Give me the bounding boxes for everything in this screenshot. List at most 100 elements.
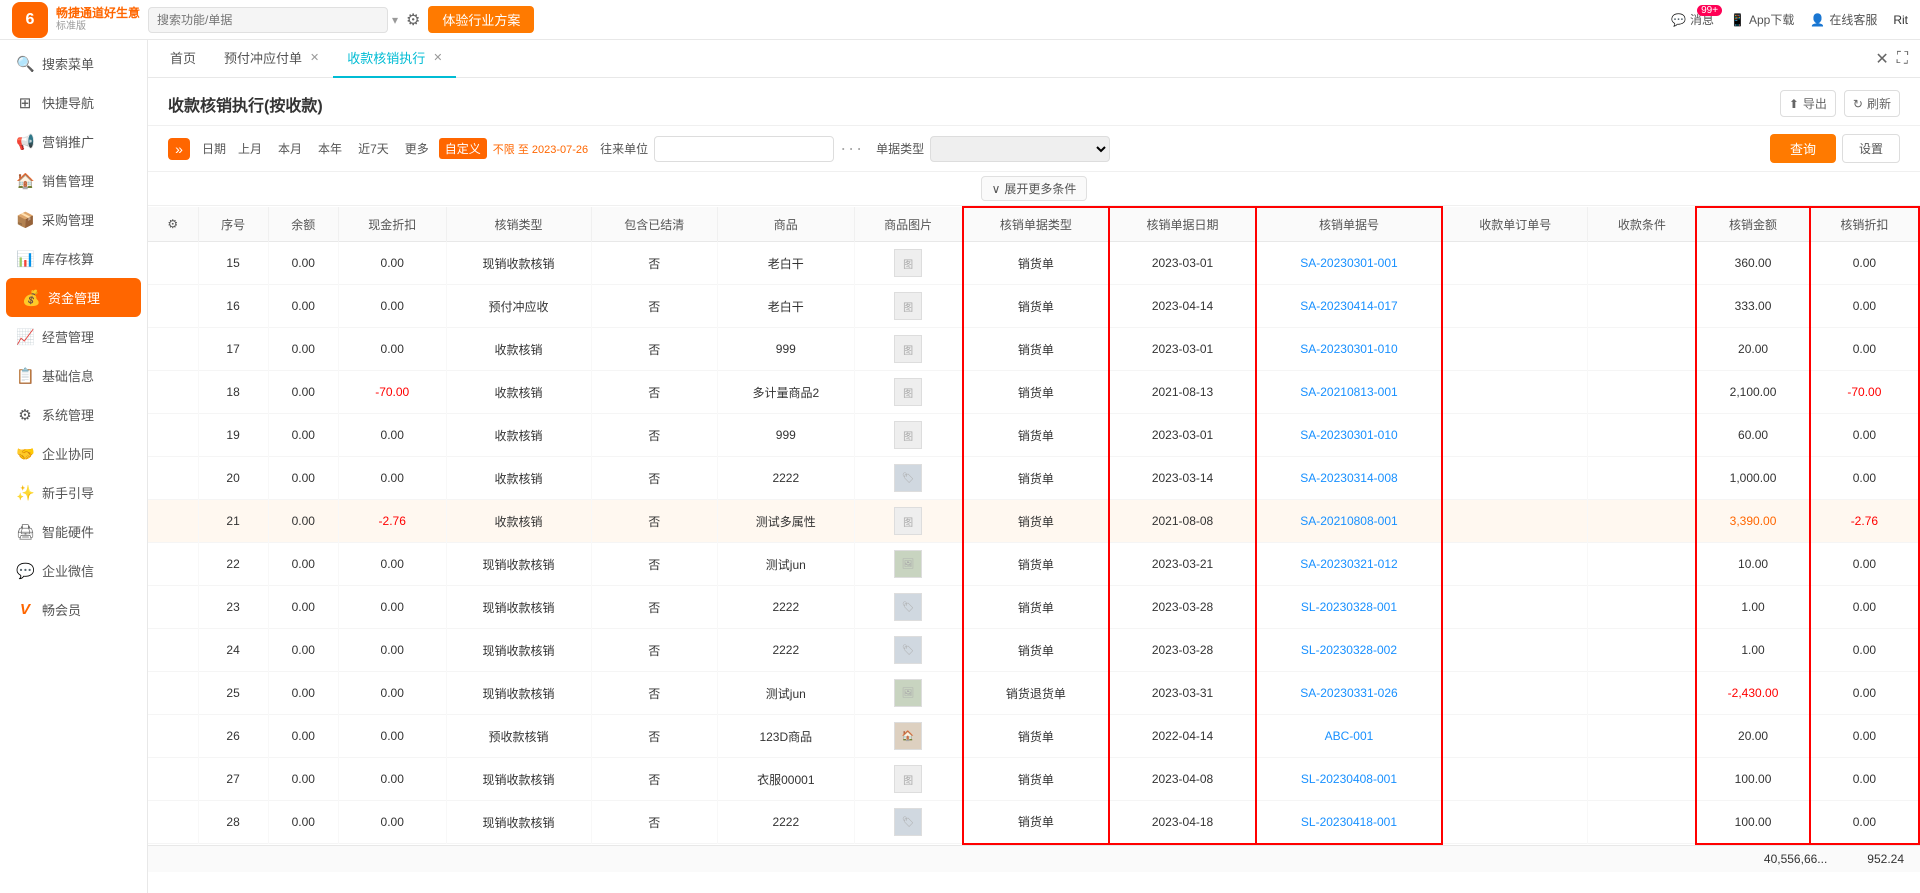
cell-balance: 0.00 xyxy=(268,285,338,328)
bill-no-link[interactable]: SA-20230331-026 xyxy=(1300,686,1397,700)
cell-included: 否 xyxy=(591,414,717,457)
filter-settings-btn[interactable]: 设置 xyxy=(1842,134,1900,163)
sidebar-label-basic: 基础信息 xyxy=(42,366,94,385)
bill-no-link[interactable]: SL-20230408-001 xyxy=(1301,772,1397,786)
sidebar-item-finance[interactable]: 💰 资金管理 xyxy=(6,278,141,317)
tab-writeoff[interactable]: 收款核销执行 ✕ xyxy=(333,40,456,78)
sidebar-label-search: 搜索菜单 xyxy=(42,54,94,73)
sidebar-label-operation: 经营管理 xyxy=(42,327,94,346)
date-opt-7days[interactable]: 近7天 xyxy=(352,138,395,159)
tab-home[interactable]: 首页 xyxy=(156,40,210,78)
table-row: 16 0.00 0.00 预付冲应收 否 老白干 图 销货单 2023-04-1… xyxy=(148,285,1919,328)
cell-receipt-cond xyxy=(1588,285,1696,328)
cell-receipt-order-no xyxy=(1442,672,1588,715)
sidebar-item-hardware[interactable]: 🖨 智能硬件 xyxy=(0,512,147,551)
date-opt-last-month[interactable]: 上月 xyxy=(232,138,268,159)
table-row: 24 0.00 0.00 现销收款核销 否 2222 🏷 销货单 2023-03… xyxy=(148,629,1919,672)
sidebar-item-marketing[interactable]: 📢 营销推广 xyxy=(0,122,147,161)
sidebar-item-quicknav[interactable]: ⊞ 快捷导航 xyxy=(0,83,147,122)
sidebar-item-inventory[interactable]: 📊 库存核算 xyxy=(0,239,147,278)
sidebar-label-hardware: 智能硬件 xyxy=(42,522,94,541)
cell-product: 2222 xyxy=(717,586,854,629)
cell-product: 2222 xyxy=(717,801,854,844)
date-opt-more[interactable]: 更多 xyxy=(399,138,435,159)
tab-writeoff-close-icon[interactable]: ✕ xyxy=(433,51,442,64)
sidebar-item-basic[interactable]: 📋 基础信息 xyxy=(0,356,147,395)
date-opt-this-year[interactable]: 本年 xyxy=(312,138,348,159)
cell-num: 25 xyxy=(198,672,268,715)
bill-no-link[interactable]: SL-20230328-001 xyxy=(1301,600,1397,614)
cell-bill-type: 销货单 xyxy=(963,457,1110,500)
sidebar-item-wechat[interactable]: 💬 企业微信 xyxy=(0,551,147,590)
bill-no-link[interactable]: SL-20230418-001 xyxy=(1301,815,1397,829)
refresh-btn[interactable]: ↻ 刷新 xyxy=(1844,90,1900,117)
cell-writeoff-discount: 0.00 xyxy=(1810,758,1919,801)
bill-no-link[interactable]: SL-20230328-002 xyxy=(1301,643,1397,657)
cell-product-img: 🖼 xyxy=(854,543,962,586)
bill-no-link[interactable]: SA-20230301-001 xyxy=(1300,256,1397,270)
sidebar-label-system: 系统管理 xyxy=(42,405,94,424)
date-opt-this-month[interactable]: 本月 xyxy=(272,138,308,159)
sidebar-item-operation[interactable]: 📈 经营管理 xyxy=(0,317,147,356)
filter-expand-btn[interactable]: » xyxy=(168,138,190,160)
settings-gear-icon[interactable]: ⚙ xyxy=(406,10,420,30)
expand-more-btn[interactable]: ∨ 展开更多条件 xyxy=(981,176,1088,201)
cell-receipt-cond xyxy=(1588,672,1696,715)
from-unit-input[interactable] xyxy=(654,136,834,162)
cell-settings xyxy=(148,371,198,414)
bill-no-link[interactable]: SA-20230314-008 xyxy=(1300,471,1397,485)
export-btn[interactable]: ⬆ 导出 xyxy=(1780,90,1836,117)
tab-home-label: 首页 xyxy=(170,48,196,67)
date-opt-custom[interactable]: 自定义 xyxy=(439,138,487,159)
sidebar-item-search[interactable]: 🔍 搜索菜单 xyxy=(0,44,147,83)
bill-no-link[interactable]: SA-20230414-017 xyxy=(1300,299,1397,313)
tab-close-all-icon[interactable]: ✕ xyxy=(1875,49,1888,69)
cell-balance: 0.00 xyxy=(268,371,338,414)
filter-dots: ··· xyxy=(840,138,864,159)
col-settings[interactable]: ⚙ xyxy=(148,207,198,242)
bill-no-link[interactable]: SA-20230301-010 xyxy=(1300,342,1397,356)
query-btn[interactable]: 查询 xyxy=(1770,134,1836,163)
cell-writeoff-type: 收款核销 xyxy=(446,457,591,500)
bill-no-link[interactable]: SA-20210813-001 xyxy=(1300,385,1397,399)
app-download-btn[interactable]: 📱 App下载 xyxy=(1730,11,1794,28)
sidebar-item-guide[interactable]: ✨ 新手引导 xyxy=(0,473,147,512)
message-btn[interactable]: 💬 消息 99+ xyxy=(1671,11,1714,28)
cell-cash-discount: -70.00 xyxy=(338,371,446,414)
cell-included: 否 xyxy=(591,457,717,500)
sidebar-item-system[interactable]: ⚙ 系统管理 xyxy=(0,395,147,434)
cell-writeoff-type: 现销收款核销 xyxy=(446,672,591,715)
tab-expand-icon[interactable]: ⛶ xyxy=(1897,50,1908,68)
cell-product-img: 图 xyxy=(854,328,962,371)
cell-writeoff-amount: 20.00 xyxy=(1696,328,1809,371)
cell-writeoff-discount: 0.00 xyxy=(1810,457,1919,500)
sidebar-item-sales[interactable]: 🏠 销售管理 xyxy=(0,161,147,200)
cell-settings xyxy=(148,543,198,586)
tab-prepay-close-icon[interactable]: ✕ xyxy=(310,51,319,64)
quicknav-icon: ⊞ xyxy=(16,94,34,112)
cell-cash-discount: 0.00 xyxy=(338,242,446,285)
filter-receipt-type-group: 单据类型 xyxy=(876,136,1110,162)
sidebar-item-purchase[interactable]: 📦 采购管理 xyxy=(0,200,147,239)
cell-writeoff-type: 现销收款核销 xyxy=(446,801,591,844)
search-input[interactable] xyxy=(148,7,388,33)
receipt-type-select[interactable] xyxy=(930,136,1110,162)
industry-btn[interactable]: 体验行业方案 xyxy=(428,6,534,33)
bill-no-link[interactable]: ABC-001 xyxy=(1325,729,1374,743)
search-icon: 🔍 xyxy=(16,55,34,73)
total-amount: 40,556,66... xyxy=(1764,852,1827,866)
cell-included: 否 xyxy=(591,543,717,586)
bill-no-link[interactable]: SA-20230321-012 xyxy=(1300,557,1397,571)
sidebar-item-corp[interactable]: 🤝 企业协同 xyxy=(0,434,147,473)
tab-prepay[interactable]: 预付冲应付单 ✕ xyxy=(210,40,333,78)
bill-no-link[interactable]: SA-20210808-001 xyxy=(1300,514,1397,528)
online-service-btn[interactable]: 👤 在线客服 xyxy=(1810,11,1877,28)
cell-writeoff-discount: 0.00 xyxy=(1810,586,1919,629)
cell-product: 999 xyxy=(717,328,854,371)
cell-writeoff-amount: -2,430.00 xyxy=(1696,672,1809,715)
bill-no-link[interactable]: SA-20230301-010 xyxy=(1300,428,1397,442)
sidebar-item-member[interactable]: V 畅会员 xyxy=(0,590,147,629)
date-label: 日期 xyxy=(202,140,226,157)
cell-cash-discount: 0.00 xyxy=(338,801,446,844)
cell-product-img: 图 xyxy=(854,414,962,457)
